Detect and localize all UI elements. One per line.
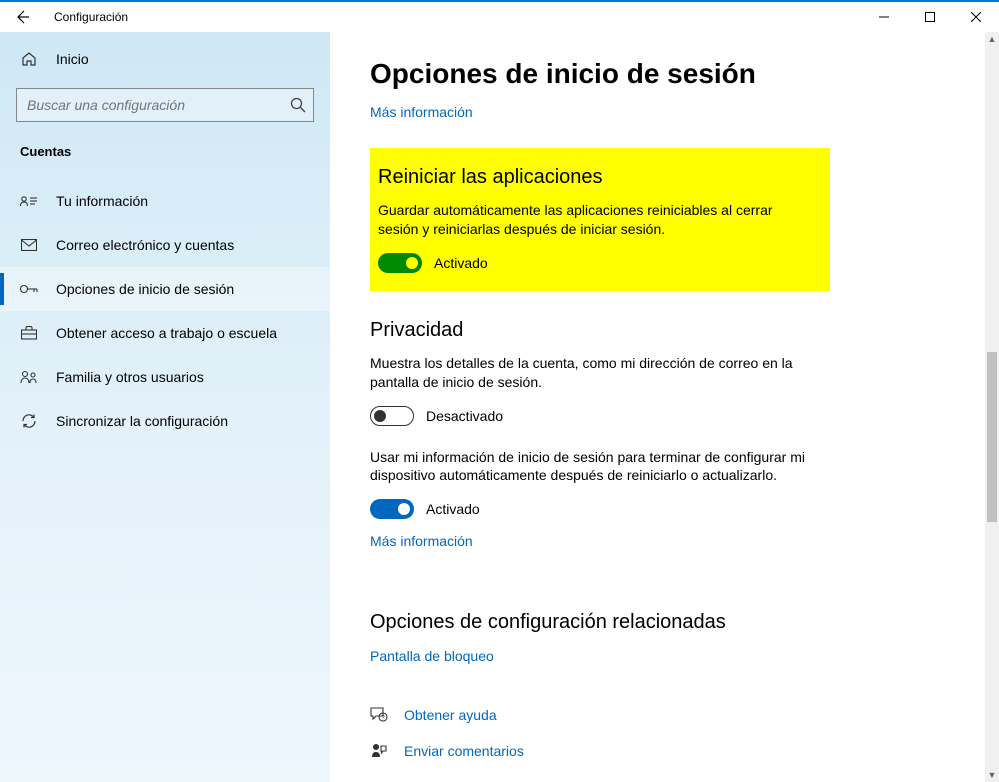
close-button[interactable]	[953, 2, 999, 32]
sidebar-item-label: Opciones de inicio de sesión	[56, 281, 234, 297]
search-input[interactable]	[16, 88, 314, 122]
maximize-icon	[925, 12, 935, 22]
restart-apps-desc: Guardar automáticamente las aplicaciones…	[378, 201, 814, 239]
sidebar-item-sync[interactable]: Sincronizar la configuración	[0, 399, 330, 443]
back-button[interactable]	[12, 7, 32, 27]
titlebar-left: Configuración	[0, 2, 861, 32]
scrollbar[interactable]: ▲ ▼	[985, 32, 999, 782]
sidebar-item-email-accounts[interactable]: Correo electrónico y cuentas	[0, 223, 330, 267]
privacy-desc-1: Muestra los detalles de la cuenta, como …	[370, 354, 810, 392]
restart-apps-heading: Reiniciar las aplicaciones	[378, 166, 814, 189]
related-heading: Opciones de configuración relacionadas	[370, 611, 959, 634]
main-content: Opciones de inicio de sesión Más informa…	[330, 32, 999, 782]
sidebar-item-family[interactable]: Familia y otros usuarios	[0, 355, 330, 399]
window-controls	[861, 2, 999, 32]
more-info-link[interactable]: Más información	[370, 104, 473, 120]
feedback-icon	[370, 742, 388, 760]
sidebar-item-label: Tu información	[56, 193, 148, 209]
search-wrap	[16, 88, 314, 122]
privacy-toggle-1-label: Desactivado	[426, 408, 503, 424]
window-title: Configuración	[54, 10, 128, 24]
sidebar-item-label: Obtener acceso a trabajo o escuela	[56, 325, 277, 341]
minimize-button[interactable]	[861, 2, 907, 32]
toggle-knob	[406, 257, 418, 269]
sidebar-item-label: Sincronizar la configuración	[56, 413, 228, 429]
help-chat-icon: ?	[370, 706, 388, 724]
restart-apps-toggle-row: Activado	[378, 253, 814, 273]
privacy-toggle-2[interactable]	[370, 499, 414, 519]
restart-apps-section: Reiniciar las aplicaciones Guardar autom…	[370, 148, 830, 291]
key-icon	[20, 280, 38, 298]
scroll-up-arrow-icon[interactable]: ▲	[985, 32, 999, 46]
maximize-button[interactable]	[907, 2, 953, 32]
page-title: Opciones de inicio de sesión	[370, 58, 959, 90]
sidebar-item-signin-options[interactable]: Opciones de inicio de sesión	[0, 267, 330, 311]
home-label: Inicio	[56, 51, 89, 67]
person-card-icon	[20, 192, 38, 210]
body-area: Inicio Cuentas Tu información Correo ele…	[0, 32, 999, 782]
scrollbar-thumb[interactable]	[987, 352, 997, 522]
search-icon	[290, 97, 306, 113]
privacy-toggle-2-row: Activado	[370, 499, 830, 519]
sidebar-item-work-school[interactable]: Obtener acceso a trabajo o escuela	[0, 311, 330, 355]
titlebar: Configuración	[0, 0, 999, 32]
sidebar-item-your-info[interactable]: Tu información	[0, 179, 330, 223]
arrow-left-icon	[14, 9, 30, 25]
scroll-down-arrow-icon[interactable]: ▼	[985, 768, 999, 782]
people-icon	[20, 368, 38, 386]
privacy-heading: Privacidad	[370, 319, 830, 342]
privacy-section: Privacidad Muestra los detalles de la cu…	[370, 319, 830, 552]
feedback-link[interactable]: Enviar comentarios	[404, 743, 524, 759]
privacy-toggle-1[interactable]	[370, 406, 414, 426]
home-nav[interactable]: Inicio	[0, 40, 330, 78]
restart-apps-toggle[interactable]	[378, 253, 422, 273]
toggle-knob	[398, 503, 410, 515]
get-help-row[interactable]: ? Obtener ayuda	[370, 706, 959, 724]
restart-apps-toggle-label: Activado	[434, 255, 488, 271]
feedback-row[interactable]: Enviar comentarios	[370, 742, 959, 760]
toggle-knob	[374, 410, 386, 422]
briefcase-icon	[20, 324, 38, 342]
home-icon	[20, 50, 38, 68]
minimize-icon	[879, 12, 889, 22]
get-help-link[interactable]: Obtener ayuda	[404, 707, 497, 723]
privacy-toggle-1-row: Desactivado	[370, 406, 830, 426]
privacy-more-info-link[interactable]: Más información	[370, 533, 473, 549]
sidebar-item-label: Familia y otros usuarios	[56, 369, 204, 385]
sidebar: Inicio Cuentas Tu información Correo ele…	[0, 32, 330, 782]
nav-list: Tu información Correo electrónico y cuen…	[0, 179, 330, 443]
privacy-desc-2: Usar mi información de inicio de sesión …	[370, 448, 810, 486]
sync-icon	[20, 412, 38, 430]
sidebar-section-title: Cuentas	[0, 136, 330, 169]
lock-screen-link[interactable]: Pantalla de bloqueo	[370, 648, 494, 664]
close-icon	[971, 12, 981, 22]
mail-icon	[20, 236, 38, 254]
privacy-toggle-2-label: Activado	[426, 501, 480, 517]
sidebar-item-label: Correo electrónico y cuentas	[56, 237, 234, 253]
